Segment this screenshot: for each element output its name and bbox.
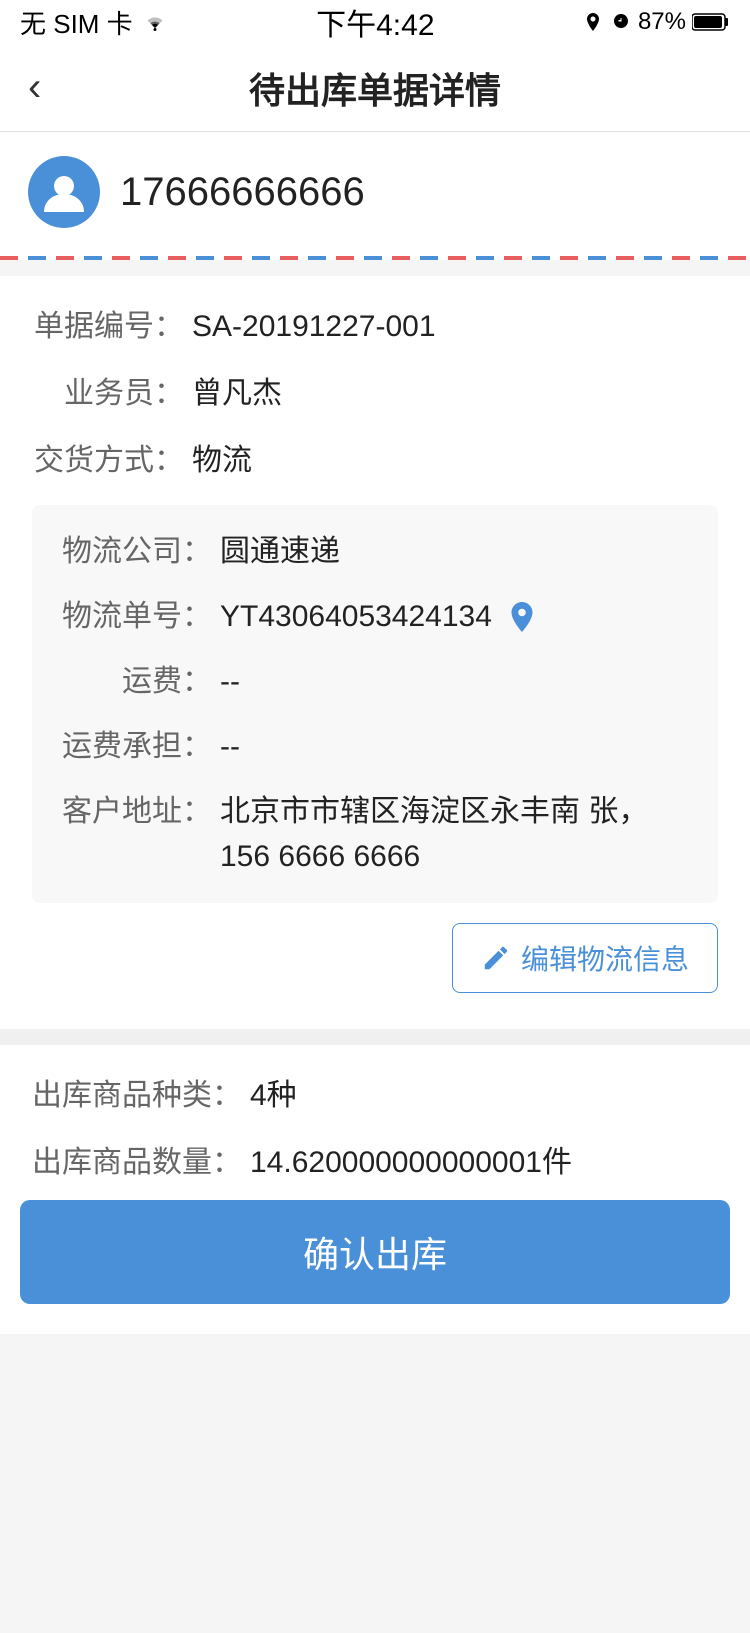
delivery-value: 物流 [192,438,718,483]
salesman-row: 业务员： 曾凡杰 [32,371,718,416]
section-divider [0,1029,750,1045]
address-row: 客户地址： 北京市市辖区海淀区永丰南 张，156 6666 6666 [60,789,690,879]
user-phone: 17666666666 [120,170,365,215]
address-value: 北京市市辖区海淀区永丰南 张，156 6666 6666 [220,789,690,879]
freight-bear-label: 运费承担： [60,724,220,769]
bottom-spacer [0,1333,750,1633]
battery-label: 87% [638,8,686,36]
salesman-value: 曾凡杰 [192,371,718,416]
edit-logistics-btn-row: 编辑物流信息 [32,903,718,1001]
user-avatar-icon [40,168,88,216]
status-time: 下午4:42 [316,0,434,44]
confirm-btn-wrapper: 确认出库 [0,1184,750,1334]
freight-bear-value: -- [220,724,690,769]
logistics-box: 物流公司： 圆通速递 物流单号： YT43064053424134 运费： --… [32,505,718,903]
back-button[interactable]: ‹ [28,65,41,110]
tracking-value: YT43064053424134 [220,594,690,639]
nav-bar: ‹ 待出库单据详情 [0,44,750,132]
basic-info-section: 单据编号： SA-20191227-001 业务员： 曾凡杰 交货方式： 物流 … [0,276,750,1029]
order-no-label: 单据编号： [32,304,192,349]
user-header: 17666666666 [0,132,750,252]
status-right: 87% [582,8,730,36]
delivery-label: 交货方式： [32,438,192,483]
edit-logistics-button[interactable]: 编辑物流信息 [452,923,718,993]
freight-value: -- [220,659,690,704]
freight-row: 运费： -- [60,659,690,704]
battery-icon [692,12,730,32]
product-type-label: 出库商品种类： [32,1073,250,1118]
sim-label: 无 SIM 卡 [20,4,133,41]
alarm-icon [610,11,632,33]
salesman-label: 业务员： [32,371,192,416]
map-pin-icon[interactable] [504,599,540,635]
product-quantity-value: 14.620000000000001件 [250,1140,718,1185]
freight-bear-row: 运费承担： -- [60,724,690,769]
edit-logistics-label: 编辑物流信息 [521,938,689,978]
edit-icon [481,943,511,973]
tracking-row: 物流单号： YT43064053424134 [60,594,690,639]
address-label: 客户地址： [60,789,220,834]
wifi-icon [141,12,169,32]
location-status-icon [582,11,604,33]
page-title: 待出库单据详情 [249,62,501,114]
dashed-separator [0,252,750,260]
status-left: 无 SIM 卡 [20,4,169,41]
order-no-row: 单据编号： SA-20191227-001 [32,304,718,349]
delivery-row: 交货方式： 物流 [32,438,718,483]
logistics-company-label: 物流公司： [60,529,220,574]
product-quantity-label: 出库商品数量： [32,1140,250,1185]
order-no-value: SA-20191227-001 [192,304,718,349]
product-type-value: 4种 [250,1073,718,1118]
logistics-company-value: 圆通速递 [220,529,690,574]
product-type-row: 出库商品种类： 4种 [32,1073,718,1118]
product-quantity-row: 出库商品数量： 14.620000000000001件 [32,1140,718,1185]
logistics-company-row: 物流公司： 圆通速递 [60,529,690,574]
confirm-out-button[interactable]: 确认出库 [20,1200,730,1304]
avatar [28,156,100,228]
status-bar: 无 SIM 卡 下午4:42 87% [0,0,750,44]
freight-label: 运费： [60,659,220,704]
tracking-label: 物流单号： [60,594,220,639]
